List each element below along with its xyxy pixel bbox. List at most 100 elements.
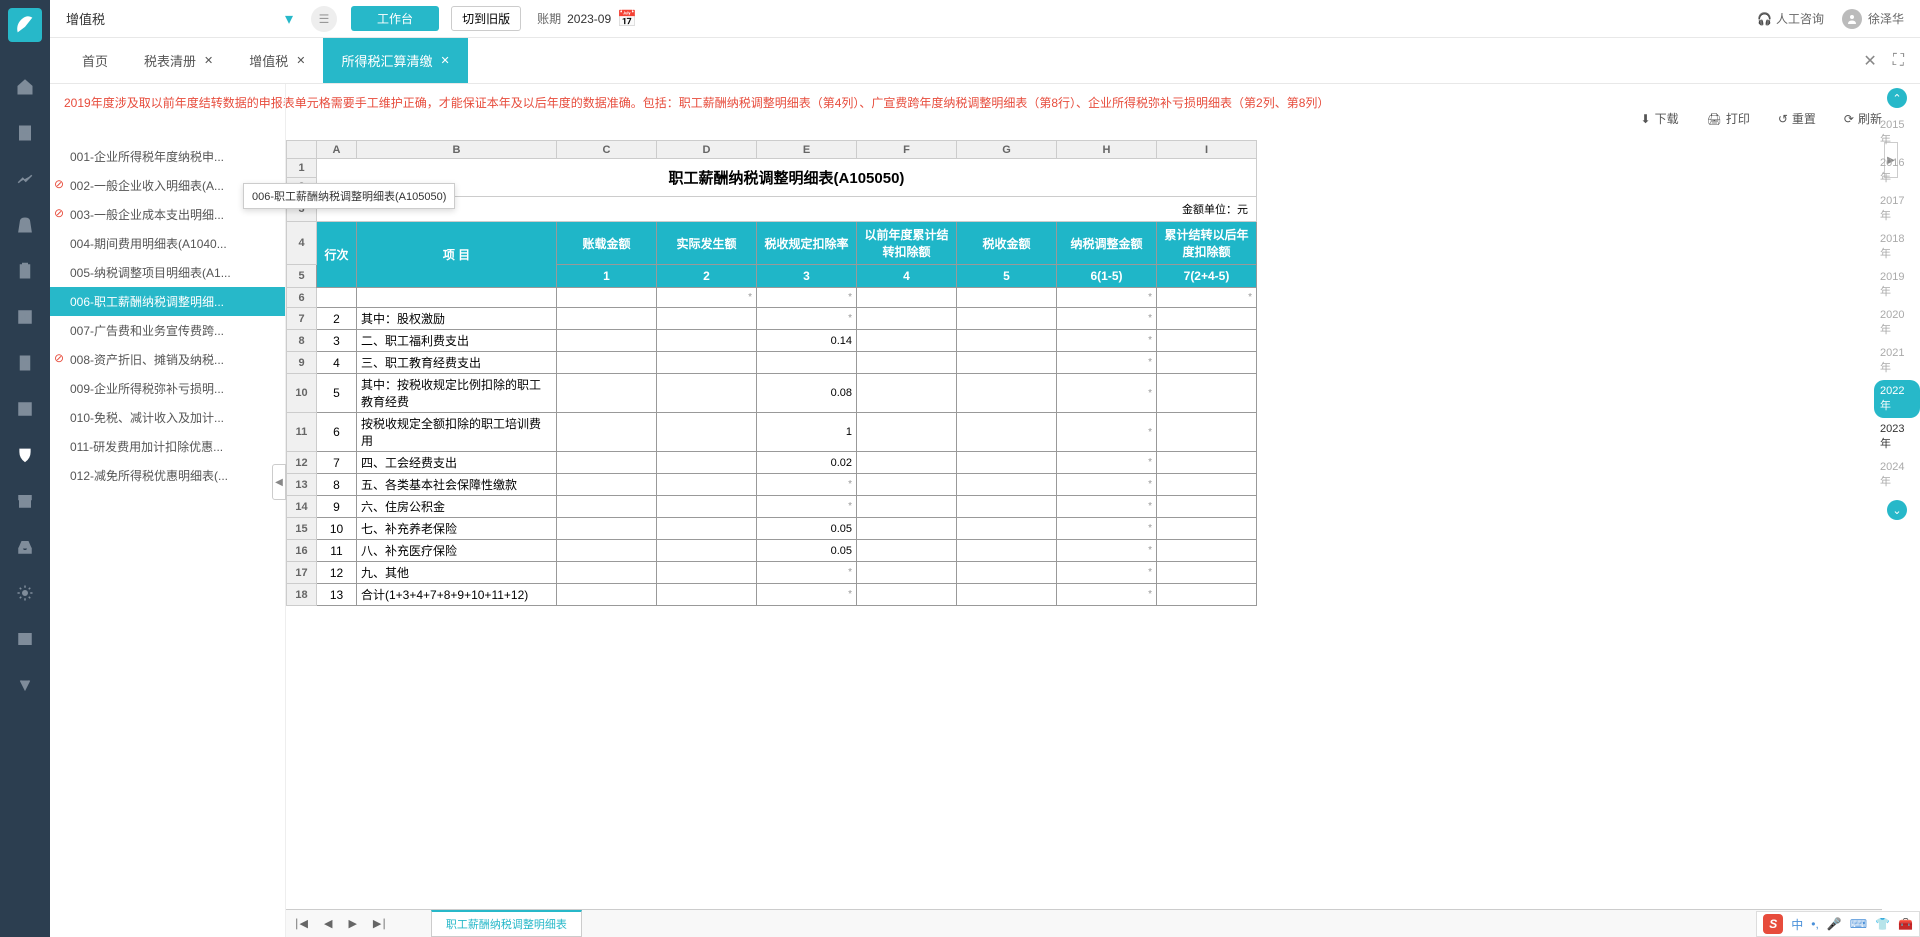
data-cell[interactable] <box>957 352 1057 374</box>
data-cell[interactable] <box>657 518 757 540</box>
data-cell[interactable] <box>1057 540 1157 562</box>
row-header[interactable]: 10 <box>287 374 317 413</box>
nav-settings-icon[interactable] <box>8 576 42 610</box>
line-num-cell[interactable]: 4 <box>317 352 357 374</box>
year-2024年[interactable]: 2024年 <box>1874 456 1920 494</box>
period-value[interactable]: 2023-09 <box>567 12 611 26</box>
ime-lang[interactable]: 中 <box>1791 916 1803 933</box>
year-down-icon[interactable]: ⌄ <box>1887 500 1907 520</box>
line-num-cell[interactable]: 9 <box>317 496 357 518</box>
sheet-nav-first[interactable]: ∣◀ <box>286 917 316 930</box>
data-cell[interactable] <box>957 540 1057 562</box>
sheet-tab[interactable]: 职工薪酬纳税调整明细表 <box>431 910 582 937</box>
data-cell[interactable] <box>857 308 957 330</box>
data-cell[interactable] <box>557 474 657 496</box>
item-name-cell[interactable]: 七、补充养老保险 <box>357 518 557 540</box>
data-cell[interactable] <box>1057 518 1157 540</box>
data-cell[interactable] <box>1157 413 1257 452</box>
data-cell[interactable] <box>857 330 957 352</box>
row-header[interactable]: 11 <box>287 413 317 452</box>
data-cell[interactable]: 0.02 <box>757 452 857 474</box>
item-name-cell[interactable]: 其中：股权激励 <box>357 308 557 330</box>
line-num-cell[interactable]: 7 <box>317 452 357 474</box>
data-cell[interactable] <box>957 374 1057 413</box>
data-cell[interactable] <box>1057 562 1157 584</box>
row-header[interactable]: 12 <box>287 452 317 474</box>
year-2021年[interactable]: 2021年 <box>1874 342 1920 380</box>
nav-template-icon[interactable] <box>8 346 42 380</box>
data-cell[interactable] <box>1057 584 1157 606</box>
nav-bag-icon[interactable] <box>8 208 42 242</box>
data-cell[interactable] <box>1157 330 1257 352</box>
nav-clipboard-icon[interactable] <box>8 254 42 288</box>
data-cell[interactable] <box>557 288 657 308</box>
item-name-cell[interactable]: 八、补充医疗保险 <box>357 540 557 562</box>
data-cell[interactable] <box>557 496 657 518</box>
workbench-button[interactable]: 工作台 <box>351 6 439 31</box>
form-item-8[interactable]: 009-企业所得税弥补亏损明... <box>50 374 285 403</box>
data-cell[interactable] <box>957 330 1057 352</box>
data-cell[interactable] <box>857 540 957 562</box>
data-cell[interactable] <box>757 584 857 606</box>
line-num-cell[interactable] <box>317 288 357 308</box>
data-cell[interactable] <box>657 474 757 496</box>
line-num-cell[interactable]: 3 <box>317 330 357 352</box>
year-2016年[interactable]: 2016年 <box>1874 152 1920 190</box>
sheet-nav-prev[interactable]: ◀ <box>316 917 340 930</box>
col-header[interactable]: C <box>557 141 657 159</box>
data-cell[interactable] <box>757 496 857 518</box>
line-num-cell[interactable]: 10 <box>317 518 357 540</box>
sheet-scroll[interactable]: ABCDEFGHI1职工薪酬纳税调整明细表(A105050)23金额单位：元4行… <box>286 140 1882 937</box>
data-cell[interactable] <box>857 474 957 496</box>
row-header[interactable]: 7 <box>287 308 317 330</box>
nav-inbox-icon[interactable] <box>8 530 42 564</box>
ime-mic-icon[interactable]: 🎤 <box>1827 917 1842 931</box>
data-cell[interactable] <box>557 330 657 352</box>
data-cell[interactable] <box>657 413 757 452</box>
data-cell[interactable] <box>757 474 857 496</box>
data-cell[interactable] <box>957 518 1057 540</box>
data-cell[interactable] <box>1157 308 1257 330</box>
expand-icon[interactable]: ⛶ <box>1893 52 1904 70</box>
close-icon[interactable]: ✕ <box>441 54 450 67</box>
data-cell[interactable] <box>657 352 757 374</box>
data-cell[interactable] <box>1157 288 1257 308</box>
data-cell[interactable] <box>1157 540 1257 562</box>
data-cell[interactable] <box>757 562 857 584</box>
item-name-cell[interactable]: 九、其他 <box>357 562 557 584</box>
data-cell[interactable] <box>657 452 757 474</box>
data-cell[interactable] <box>1157 496 1257 518</box>
data-cell[interactable]: 0.05 <box>757 540 857 562</box>
data-cell[interactable] <box>957 474 1057 496</box>
calendar-icon[interactable]: 📅 <box>617 9 637 29</box>
col-header[interactable]: G <box>957 141 1057 159</box>
data-cell[interactable] <box>657 288 757 308</box>
close-icon[interactable]: ✕ <box>296 54 305 67</box>
year-2019年[interactable]: 2019年 <box>1874 266 1920 304</box>
data-cell[interactable] <box>857 288 957 308</box>
item-name-cell[interactable]: 二、职工福利费支出 <box>357 330 557 352</box>
nav-v-icon[interactable] <box>8 668 42 702</box>
form-item-9[interactable]: 010-免税、减计收入及加计... <box>50 403 285 432</box>
form-item-4[interactable]: 005-纳税调整项目明细表(A1... <box>50 258 285 287</box>
data-cell[interactable] <box>1057 288 1157 308</box>
nav-report-icon[interactable] <box>8 300 42 334</box>
year-2015年[interactable]: 2015年 <box>1874 114 1920 152</box>
year-2020年[interactable]: 2020年 <box>1874 304 1920 342</box>
data-cell[interactable] <box>657 308 757 330</box>
item-name-cell[interactable] <box>357 288 557 308</box>
ime-tool-icon[interactable]: 🧰 <box>1898 917 1913 931</box>
data-cell[interactable] <box>957 584 1057 606</box>
ime-punct-icon[interactable]: •, <box>1811 917 1819 931</box>
data-cell[interactable]: 0.08 <box>757 374 857 413</box>
data-cell[interactable] <box>757 308 857 330</box>
data-cell[interactable] <box>857 452 957 474</box>
data-cell[interactable] <box>1057 496 1157 518</box>
line-num-cell[interactable]: 12 <box>317 562 357 584</box>
nav-doc-icon[interactable] <box>8 116 42 150</box>
data-cell[interactable] <box>957 496 1057 518</box>
data-cell[interactable] <box>557 413 657 452</box>
sheet-nav-last[interactable]: ▶∣ <box>365 917 395 930</box>
data-cell[interactable] <box>1157 352 1257 374</box>
data-cell[interactable] <box>557 308 657 330</box>
